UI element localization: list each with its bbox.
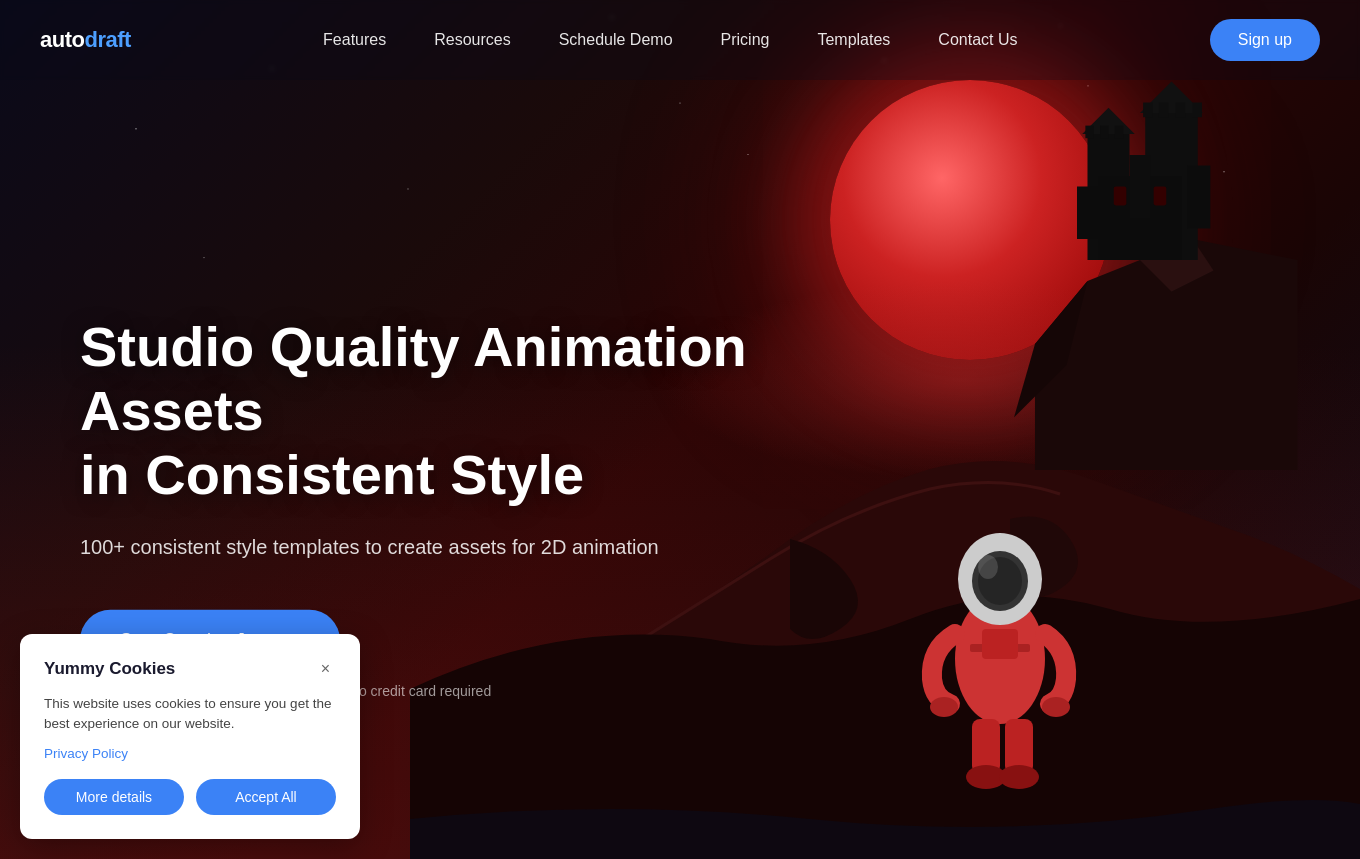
nav-links: Features Resources Schedule Demo Pricing… <box>323 31 1017 49</box>
nav-link-features[interactable]: Features <box>323 31 386 48</box>
cookie-actions: More details Accept All <box>44 779 336 815</box>
logo[interactable]: autodraft <box>40 27 131 53</box>
cookie-close-button[interactable]: × <box>315 658 336 680</box>
more-details-button[interactable]: More details <box>44 779 184 815</box>
cookie-header: Yummy Cookies × <box>44 658 336 680</box>
navbar: autodraft Features Resources Schedule De… <box>0 0 1360 80</box>
nav-item-features[interactable]: Features <box>323 31 386 49</box>
svg-rect-13 <box>1193 103 1202 118</box>
svg-rect-6 <box>1100 126 1108 139</box>
nav-item-schedule-demo[interactable]: Schedule Demo <box>559 31 673 49</box>
logo-text: autodraft <box>40 27 131 53</box>
nav-link-templates[interactable]: Templates <box>817 31 890 48</box>
svg-point-28 <box>1042 697 1070 717</box>
nav-link-contact-us[interactable]: Contact Us <box>938 31 1017 48</box>
signup-button[interactable]: Sign up <box>1210 19 1320 61</box>
nav-item-resources[interactable]: Resources <box>434 31 510 49</box>
hero-title-line1: Studio Quality Animation Assets <box>80 314 747 441</box>
nav-item-templates[interactable]: Templates <box>817 31 890 49</box>
svg-rect-18 <box>1077 187 1098 240</box>
privacy-policy-link[interactable]: Privacy Policy <box>44 746 336 761</box>
svg-rect-12 <box>1176 103 1185 118</box>
svg-point-27 <box>930 697 958 717</box>
cookie-banner: Yummy Cookies × This website uses cookie… <box>20 634 360 840</box>
svg-rect-5 <box>1085 126 1093 139</box>
nav-link-schedule-demo[interactable]: Schedule Demo <box>559 31 673 48</box>
nav-link-resources[interactable]: Resources <box>434 31 510 48</box>
hero-subtitle: 100+ consistent style templates to creat… <box>80 531 760 561</box>
cookie-text: This website uses cookies to ensure you … <box>44 694 336 735</box>
svg-point-24 <box>978 555 998 579</box>
hero-title-line2: in Consistent Style <box>80 443 584 506</box>
astronaut-illustration <box>910 479 1090 799</box>
nav-item-contact-us[interactable]: Contact Us <box>938 31 1017 49</box>
svg-rect-16 <box>1154 187 1167 206</box>
svg-rect-15 <box>1114 187 1127 206</box>
svg-rect-7 <box>1115 126 1123 139</box>
cookie-title: Yummy Cookies <box>44 659 175 679</box>
svg-rect-17 <box>1130 155 1151 218</box>
nav-link-pricing[interactable]: Pricing <box>721 31 770 48</box>
svg-rect-11 <box>1159 103 1168 118</box>
accept-all-button[interactable]: Accept All <box>196 779 336 815</box>
hero-title: Studio Quality Animation Assets in Consi… <box>80 314 760 507</box>
svg-rect-10 <box>1143 103 1152 118</box>
svg-rect-19 <box>1187 166 1210 229</box>
nav-item-pricing[interactable]: Pricing <box>721 31 770 49</box>
castle-illustration <box>980 50 1300 470</box>
svg-rect-26 <box>982 629 1018 659</box>
svg-point-32 <box>999 765 1039 789</box>
